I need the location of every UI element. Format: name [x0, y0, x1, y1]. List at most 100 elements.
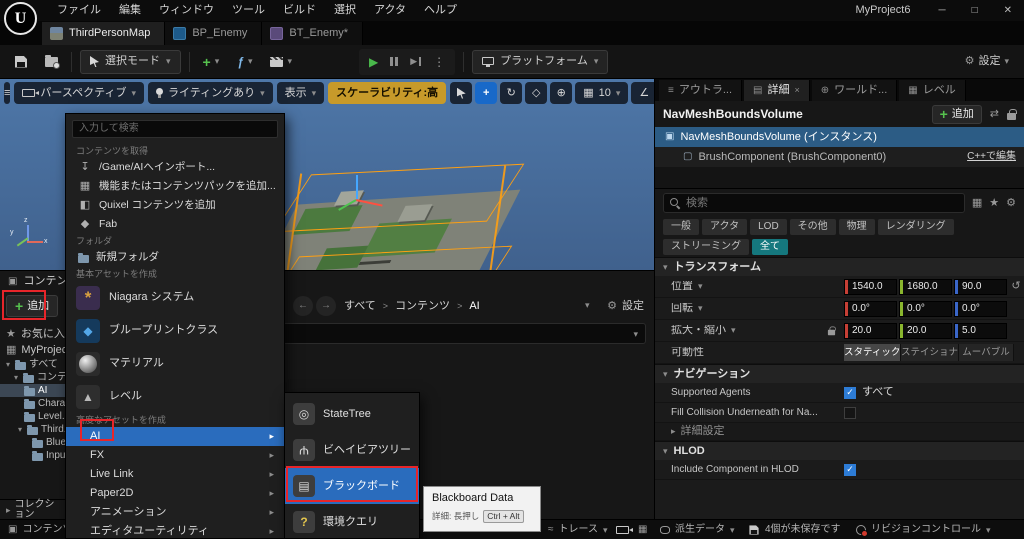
browser-settings-button[interactable]: ⚙ 設定 [607, 296, 644, 316]
filter-all[interactable]: 全て [752, 239, 788, 255]
scale-tool-button[interactable]: ◇ [525, 82, 548, 104]
filter-streaming[interactable]: ストリーミング [663, 239, 749, 255]
menu-help[interactable]: ヘルプ [415, 5, 466, 16]
gear-icon[interactable]: ⚙ [1006, 197, 1016, 209]
viewport-menu-button[interactable]: ≡ [4, 82, 11, 104]
lock-icon[interactable] [1007, 108, 1017, 120]
filter-lod[interactable]: LOD [750, 219, 787, 235]
rotation-z-field[interactable]: 0.0° [954, 300, 1007, 317]
scale-z-field[interactable]: 5.0 [954, 322, 1007, 339]
select-mode-dropdown[interactable]: 選択モード ▾ [80, 49, 181, 74]
tab-bt-enemy[interactable]: BT_Enemy* [262, 22, 364, 45]
uniform-scale-lock-icon[interactable] [827, 326, 836, 336]
back-button[interactable]: ← [293, 296, 313, 316]
select-tool-button[interactable] [450, 82, 473, 104]
rotation-y-field[interactable]: 0.0° [899, 300, 952, 317]
gizmo-z-axis[interactable] [356, 175, 358, 201]
derived-data-button[interactable]: 派生データ ▾ [660, 520, 735, 539]
instance-row[interactable]: ▣ NavMeshBoundsVolume (インスタンス) [655, 127, 1024, 147]
grid-view-icon[interactable]: ▦ [972, 197, 982, 209]
section-transform[interactable]: ▾ トランスフォーム [655, 257, 1024, 276]
location-y-field[interactable]: 1680.0 [899, 278, 952, 295]
menu-item-quixel[interactable]: ◧ Quixel コンテンツを追加 [66, 196, 284, 215]
trace-button[interactable]: ≈ トレース ▾ [548, 520, 608, 539]
cinematics-button[interactable]: ▾ [265, 50, 297, 74]
section-hlod[interactable]: ▾ HLOD [655, 441, 1024, 460]
menu-tools[interactable]: ツール [223, 5, 274, 16]
menu-item-import[interactable]: ↧ /Game/AIへインポート... [66, 158, 284, 177]
location-label[interactable]: 位置 ▾ [671, 281, 844, 292]
submenu-item-statetree[interactable]: ◎ StateTree [285, 396, 419, 432]
play-options-button[interactable]: ⋮ [433, 56, 445, 68]
scale-label[interactable]: 拡大・縮小 ▾ [671, 325, 844, 336]
breadcrumb-current[interactable]: AI [469, 300, 479, 312]
revision-control-button[interactable]: リビジョンコントロール ▾ [856, 520, 991, 539]
scalability-button[interactable]: スケーラビリティ:高 [328, 82, 447, 104]
menu-item-new-folder[interactable]: 新規フォルダ [66, 248, 284, 267]
supported-agents-checkbox[interactable]: ✓ [844, 386, 856, 399]
forward-button[interactable]: → [316, 296, 336, 316]
section-navigation[interactable]: ▾ ナビゲーション [655, 364, 1024, 383]
tab-details[interactable]: ▤ 詳細 × [744, 80, 810, 101]
play-button[interactable]: ▶ [369, 56, 378, 68]
menu-item-paper2d[interactable]: Paper2D ▸ [66, 484, 284, 503]
edit-cpp-link[interactable]: C++で編集 [967, 152, 1016, 162]
tab-world-settings[interactable]: ⊕ ワールド... [811, 80, 898, 101]
rotation-snap-dropdown[interactable]: ∠ ▾ [631, 82, 654, 104]
menu-select[interactable]: 選択 [325, 5, 365, 16]
menu-item-ai[interactable]: AI ▸ [66, 427, 284, 446]
menu-item-fx[interactable]: FX ▸ [66, 446, 284, 465]
details-search-input[interactable]: 検索 [663, 193, 965, 213]
unreal-logo[interactable]: U [4, 2, 37, 35]
favorites-star-icon[interactable]: ★ [989, 197, 999, 209]
save-button[interactable] [10, 50, 32, 74]
blueprints-button[interactable]: ƒ ▾ [232, 50, 257, 74]
menu-build[interactable]: ビルド [274, 5, 325, 16]
mobility-movable[interactable]: ムーバブル [959, 343, 1014, 362]
menu-item-editor-utility[interactable]: エディタユーティリティ ▸ [66, 522, 284, 538]
mobility-static[interactable]: スタティック [844, 343, 901, 362]
menu-window[interactable]: ウィンドウ [150, 5, 223, 16]
content-add-button[interactable]: + 追加 [6, 295, 59, 317]
minimize-button[interactable]: ─ [938, 5, 945, 16]
skip-button[interactable]: ▶ [410, 57, 422, 66]
menu-item-material[interactable]: マテリアル [66, 347, 284, 380]
menu-item-feature-pack[interactable]: ▦ 機能またはコンテンツパックを追加... [66, 177, 284, 196]
include-hlod-checkbox[interactable]: ✓ [844, 463, 856, 476]
add-component-button[interactable]: + 追加 [931, 104, 982, 124]
filter-physics[interactable]: 物理 [838, 219, 875, 235]
platforms-dropdown[interactable]: プラットフォーム ▾ [472, 49, 609, 74]
show-dropdown[interactable]: 表示 ▾ [276, 82, 325, 104]
perspective-dropdown[interactable]: パースペクティブ ▾ [14, 82, 144, 104]
fill-collision-checkbox[interactable] [844, 406, 856, 419]
rotate-tool-button[interactable]: ↻ [500, 82, 523, 104]
tab-levels[interactable]: ▦ レベル [899, 80, 966, 101]
filter-general[interactable]: 一般 [663, 219, 699, 235]
component-row[interactable]: ▢ BrushComponent (BrushComponent0) C++で編… [655, 147, 1024, 167]
menu-edit[interactable]: 編集 [110, 5, 150, 16]
path-dropdown-icon[interactable]: ▾ [585, 301, 590, 310]
view-mode-dropdown[interactable]: ライティングあり ▾ [147, 82, 273, 104]
location-x-field[interactable]: 1540.0 [844, 278, 897, 295]
close-button[interactable]: ✕ [1004, 5, 1012, 16]
world-space-button[interactable]: ⊕ [550, 82, 573, 104]
pause-button[interactable] [390, 57, 399, 66]
scale-x-field[interactable]: 20.0 [844, 322, 897, 339]
browse-content-button[interactable] [40, 50, 63, 74]
menu-actor[interactable]: アクタ [365, 5, 415, 16]
swap-icon[interactable]: ⇄ [990, 108, 999, 120]
grid-snap-dropdown[interactable]: ▦ 10 ▾ [575, 82, 629, 104]
tab-outliner[interactable]: ≡ アウトラ... [659, 80, 743, 101]
mobility-stationary[interactable]: ステイショナ [901, 343, 959, 362]
maximize-button[interactable]: □ [972, 5, 978, 16]
unsaved-button[interactable]: 4個が未保存です [748, 520, 841, 539]
filter-rendering[interactable]: レンダリング [877, 219, 954, 235]
submenu-item-env-query[interactable]: ? 環境クエリ [285, 504, 419, 538]
menu-item-animation[interactable]: アニメーション ▸ [66, 503, 284, 522]
location-z-field[interactable]: 90.0 [954, 278, 1007, 295]
settings-dropdown[interactable]: ⚙ 設定 ▾ [960, 50, 1014, 74]
menu-search-input[interactable]: 入力して検索 [72, 120, 278, 138]
menu-file[interactable]: ファイル [48, 5, 110, 16]
reset-location-button[interactable]: ↺ [1009, 281, 1023, 292]
menu-item-fab[interactable]: ◆ Fab [66, 215, 284, 234]
